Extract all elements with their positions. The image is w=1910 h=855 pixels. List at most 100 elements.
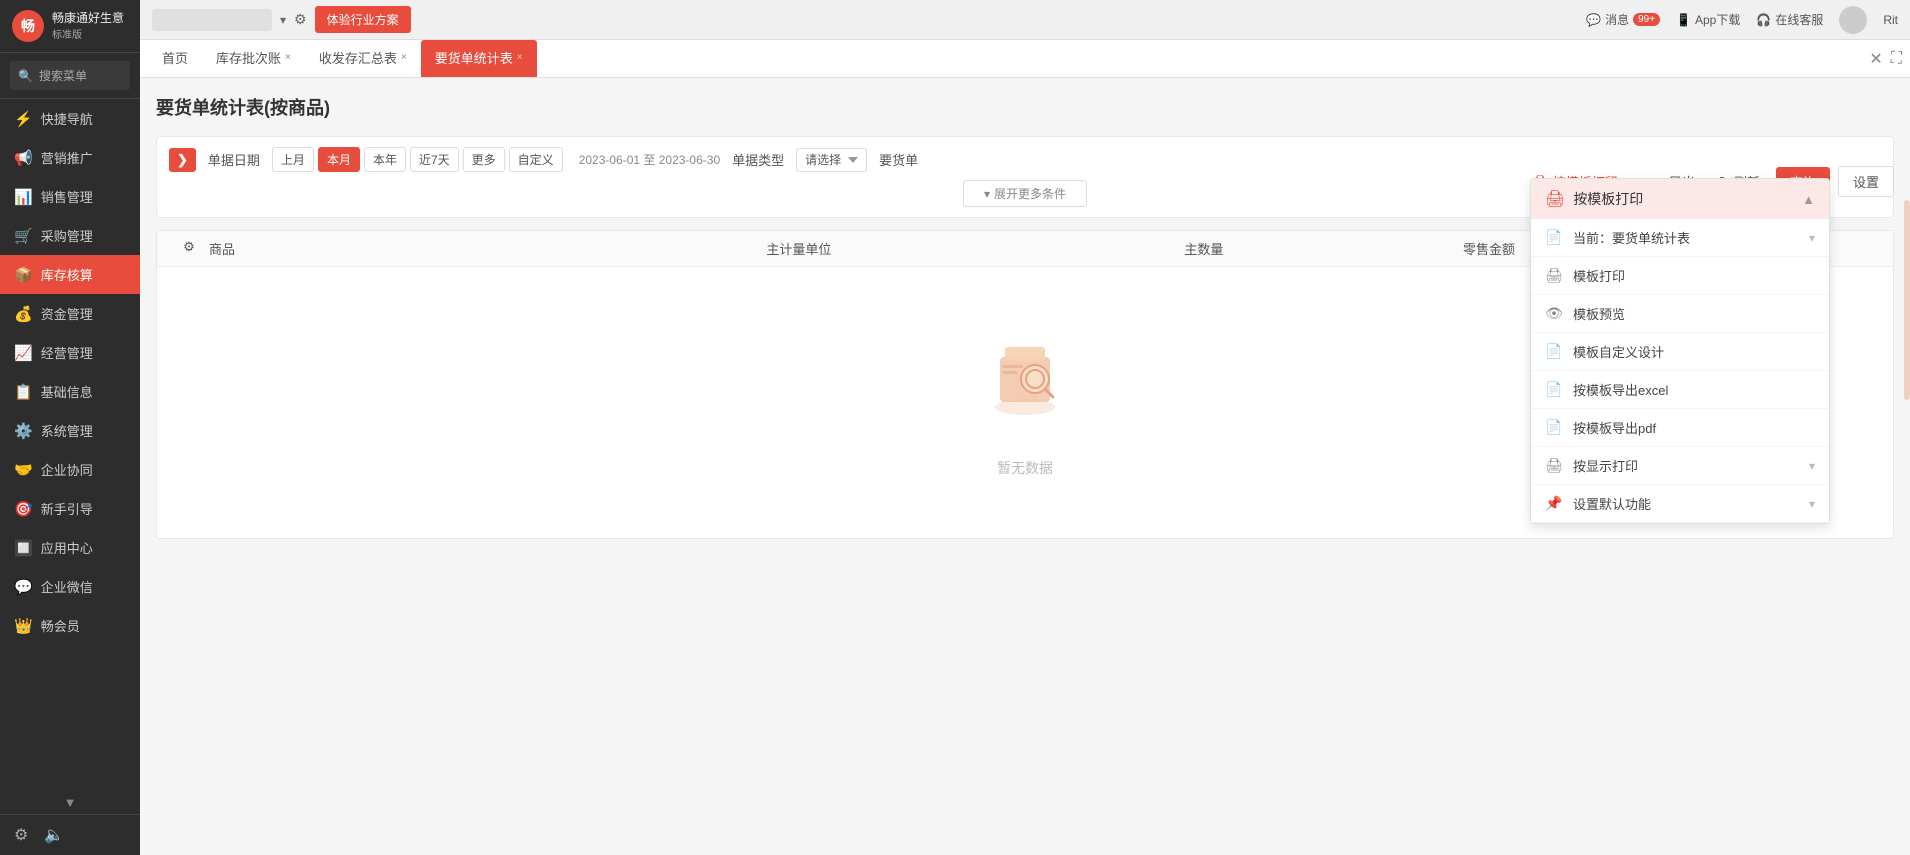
system-icon: ⚙️ <box>14 422 33 440</box>
sidebar-item-wechat[interactable]: 💬 企业微信 <box>0 567 140 606</box>
dropdown-item-display-print[interactable]: 🖨 按显示打印 ▾ <box>1531 447 1829 485</box>
date-quick-btns: 上月 本月 本年 近7天 更多 自定义 <box>272 147 563 172</box>
sidebar-item-inventory[interactable]: 📦 库存核算 <box>0 255 140 294</box>
dropdown-collapse-arrow[interactable]: ▲ <box>1802 192 1815 207</box>
finance-label: 资金管理 <box>41 304 93 323</box>
sidebar-item-marketing[interactable]: 📢 营销推广 <box>0 138 140 177</box>
messages-icon: 💬 <box>1586 13 1601 27</box>
tab-collection-summary-close[interactable]: × <box>401 52 407 63</box>
tab-home-label: 首页 <box>162 48 188 67</box>
wechat-label: 企业微信 <box>41 577 93 596</box>
right-scrollbar[interactable] <box>1904 200 1910 400</box>
search-menu-button[interactable]: 🔍 搜索菜单 <box>10 61 130 90</box>
display-print-label: 按显示打印 <box>1573 456 1638 475</box>
topbar: ▾ ⚙ 体验行业方案 💬 消息 99+ 📱 App下载 🎧 在线客服 Rit <box>140 0 1910 40</box>
sidebar-item-sales[interactable]: 📊 销售管理 <box>0 177 140 216</box>
sidebar-item-member[interactable]: 👑 畅会员 <box>0 606 140 645</box>
online-service-label: 在线客服 <box>1775 11 1823 28</box>
topbar-search-input[interactable] <box>152 9 272 31</box>
sidebar-item-quick-nav[interactable]: ⚡ 快捷导航 <box>0 99 140 138</box>
audio-footer-icon[interactable]: 🔈 <box>44 825 64 845</box>
dropdown-item-template-preview[interactable]: 👁 模板预览 <box>1531 295 1829 333</box>
empty-illustration <box>975 327 1075 446</box>
dropdown-item-template-print[interactable]: 🖨 模板打印 <box>1531 257 1829 295</box>
date-btn-this-year[interactable]: 本年 <box>364 147 406 172</box>
topbar-gear-icon[interactable]: ⚙ <box>294 11 307 28</box>
set-default-arrow: ▾ <box>1809 497 1815 511</box>
topbar-dropdown-arrow[interactable]: ▾ <box>280 13 286 27</box>
settings-btn[interactable]: 设置 <box>1838 166 1894 197</box>
template-print-icon: 🖨 <box>1545 267 1563 284</box>
tab-collection-summary-label: 收发存汇总表 <box>319 48 397 67</box>
date-btn-more[interactable]: 更多 <box>463 147 505 172</box>
search-menu-label: 搜索菜单 <box>39 67 87 84</box>
tab-order-stats-label: 要货单统计表 <box>435 48 513 67</box>
sidebar-scroll-down[interactable]: ▼ <box>0 791 140 814</box>
tab-order-stats[interactable]: 要货单统计表 × <box>421 40 537 77</box>
settings-footer-icon[interactable]: ⚙ <box>14 825 28 845</box>
filter-expand-icon-btn[interactable]: ❯ <box>169 148 196 172</box>
sidebar-item-purchase[interactable]: 🛒 采购管理 <box>0 216 140 255</box>
sidebar-search-area[interactable]: 🔍 搜索菜单 <box>0 53 140 99</box>
content-area: 要货单统计表(按商品) 🖨 按模板打印 ▲ ↑ 导出 ↻ 刷新 查询 设置 ❯ <box>140 78 1910 855</box>
export-excel-icon: 📄 <box>1545 381 1563 398</box>
tab-home[interactable]: 首页 <box>148 40 202 77</box>
app-logo-icon: 畅 <box>12 10 44 42</box>
guide-label: 新手引导 <box>41 499 93 518</box>
dropdown-current-label: 当前：要货单统计表 <box>1573 228 1690 247</box>
app-version: 标准版 <box>52 26 124 41</box>
sidebar-item-guide[interactable]: 🎯 新手引导 <box>0 489 140 528</box>
dropdown-item-export-pdf[interactable]: 📄 按模板导出pdf <box>1531 409 1829 447</box>
online-service-btn[interactable]: 🎧 在线客服 <box>1756 11 1823 28</box>
dropdown-item-template-design[interactable]: 📄 模板自定义设计 <box>1531 333 1829 371</box>
app-download-label: App下载 <box>1695 11 1740 28</box>
close-window-btn[interactable]: ✕ <box>1869 49 1882 69</box>
dropdown-current-left: 📄 当前：要货单统计表 <box>1545 228 1690 247</box>
topbar-right: 💬 消息 99+ 📱 App下载 🎧 在线客服 Rit <box>1586 6 1898 34</box>
sidebar: 畅 畅康通好生意 标准版 🔍 搜索菜单 ⚡ 快捷导航 📢 营销推广 📊 销售管理… <box>0 0 140 855</box>
dropdown-item-set-default[interactable]: 📌 设置默认功能 ▾ <box>1531 485 1829 523</box>
dropdown-current-item[interactable]: 📄 当前：要货单统计表 ▾ <box>1531 219 1829 257</box>
date-btn-7days[interactable]: 近7天 <box>410 147 459 172</box>
sidebar-item-apps[interactable]: 🔲 应用中心 <box>0 528 140 567</box>
member-label: 畅会员 <box>41 616 80 635</box>
tab-collection-summary[interactable]: 收发存汇总表 × <box>305 40 421 77</box>
dropdown-item-export-excel[interactable]: 📄 按模板导出excel <box>1531 371 1829 409</box>
tab-order-stats-close[interactable]: × <box>517 52 523 63</box>
app-download-btn[interactable]: 📱 App下载 <box>1676 11 1740 28</box>
sidebar-item-system[interactable]: ⚙️ 系统管理 <box>0 411 140 450</box>
col-header-settings[interactable]: ⚙ <box>169 239 209 258</box>
order-info-label: 要货单 <box>879 150 918 169</box>
expand-more-btn[interactable]: ▾ 展开更多条件 <box>963 180 1087 207</box>
sidebar-item-finance[interactable]: 💰 资金管理 <box>0 294 140 333</box>
messages-label: 消息 <box>1605 11 1629 28</box>
dropdown-current-arrow: ▾ <box>1809 231 1815 245</box>
template-preview-label: 模板预览 <box>1573 304 1625 323</box>
user-avatar[interactable] <box>1839 6 1867 34</box>
export-pdf-label: 按模板导出pdf <box>1573 418 1656 437</box>
app-download-icon: 📱 <box>1676 13 1691 27</box>
sidebar-item-collab[interactable]: 🤝 企业协同 <box>0 450 140 489</box>
maximize-window-btn[interactable]: ⛶ <box>1891 49 1902 69</box>
trial-btn[interactable]: 体验行业方案 <box>315 6 411 33</box>
date-btn-custom[interactable]: 自定义 <box>509 147 563 172</box>
col-header-unit: 主计量单位 <box>766 239 1184 258</box>
date-btn-this-month[interactable]: 本月 <box>318 147 360 172</box>
search-icon: 🔍 <box>18 69 33 83</box>
date-range-display: 2023-06-01 至 2023-06-30 <box>579 151 720 168</box>
inventory-icon: 📦 <box>14 266 33 284</box>
order-type-select[interactable]: 请选择 <box>796 148 867 172</box>
messages-btn[interactable]: 💬 消息 99+ <box>1586 11 1660 28</box>
basic-icon: 📋 <box>14 383 33 401</box>
template-design-label: 模板自定义设计 <box>1573 342 1664 361</box>
sidebar-item-operations[interactable]: 📈 经营管理 <box>0 333 140 372</box>
tab-batch-accounts-close[interactable]: × <box>285 52 291 63</box>
marketing-icon: 📢 <box>14 149 33 167</box>
empty-text: 暂无数据 <box>997 458 1053 478</box>
date-btn-last-month[interactable]: 上月 <box>272 147 314 172</box>
operations-label: 经营管理 <box>41 343 93 362</box>
col-header-product: 商品 <box>209 239 766 258</box>
date-filter-label: 单据日期 <box>208 150 260 169</box>
sidebar-item-basic[interactable]: 📋 基础信息 <box>0 372 140 411</box>
tab-batch-accounts[interactable]: 库存批次账 × <box>202 40 305 77</box>
